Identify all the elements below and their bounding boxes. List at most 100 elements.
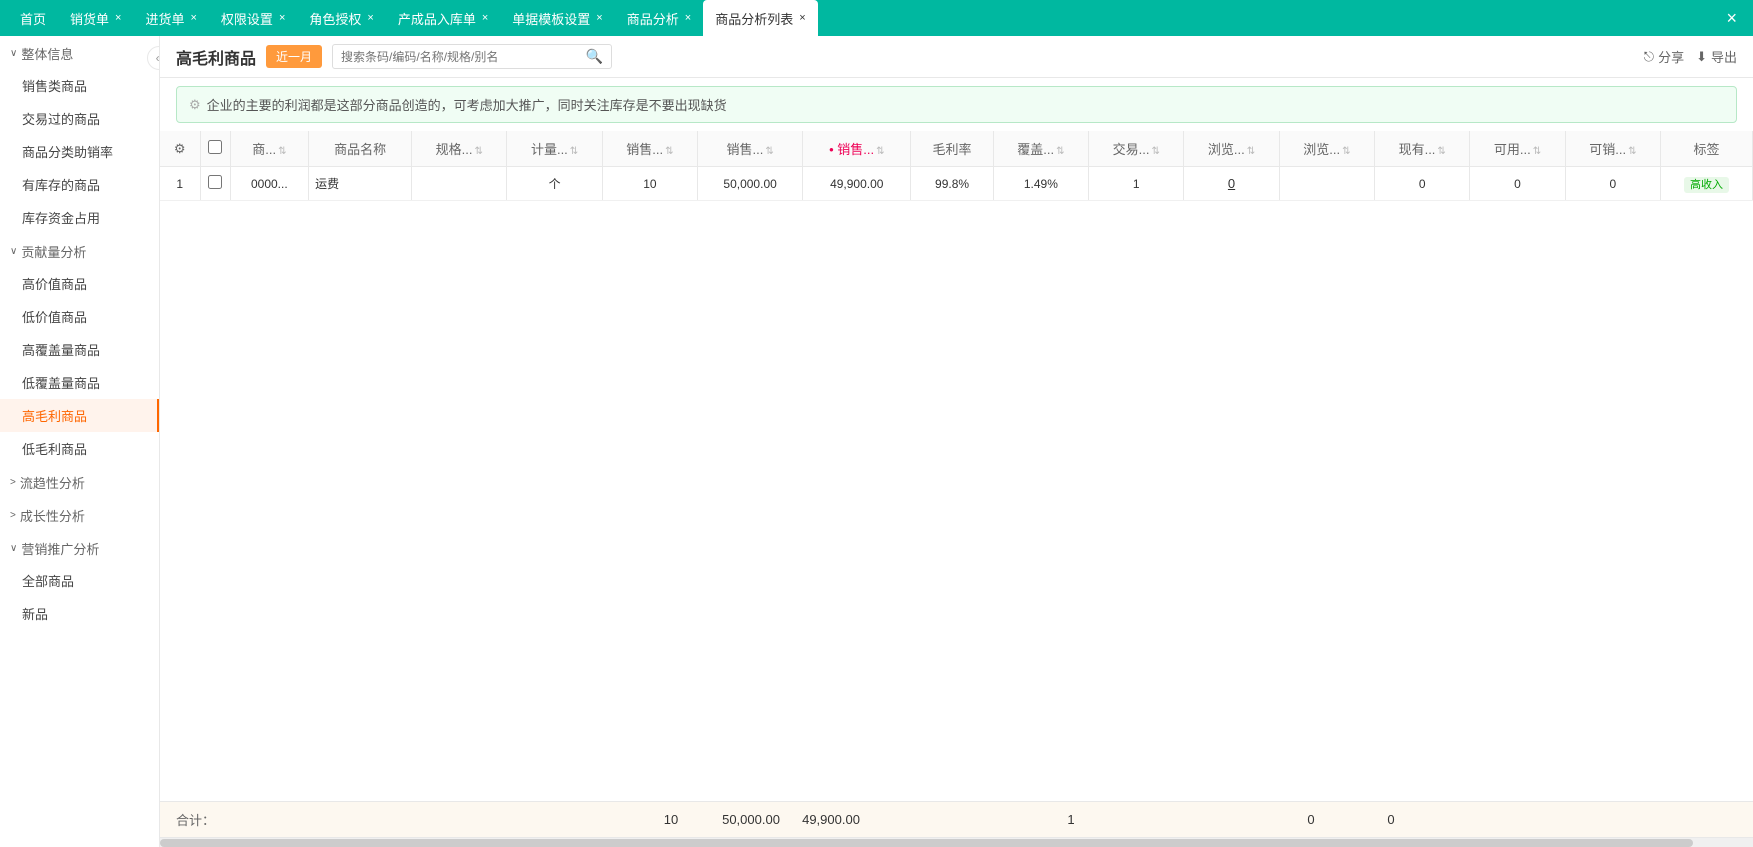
export-button[interactable]: ⬇ 导出 bbox=[1696, 47, 1737, 66]
close-analysis-tab[interactable]: × bbox=[685, 12, 691, 24]
cell-code: 0000... bbox=[230, 167, 309, 201]
header-actions: ⎋ 分享 ⬇ 导出 bbox=[1644, 47, 1737, 66]
cell-sales-qty: 10 bbox=[602, 167, 697, 201]
sidebar-item-low-coverage[interactable]: 低覆盖量商品 bbox=[0, 366, 159, 399]
footer-label: 合计： bbox=[176, 810, 215, 829]
share-button[interactable]: ⎋ 分享 bbox=[1644, 47, 1684, 66]
info-icon: ⚙ bbox=[189, 97, 201, 113]
search-input[interactable] bbox=[341, 50, 582, 64]
sort-browse1-icon[interactable]: ⇅ bbox=[1247, 146, 1255, 157]
col-sales-qty: 销售...⇅ bbox=[602, 131, 697, 167]
cell-name: 运费 bbox=[309, 167, 412, 201]
footer-sales-amt: 50,000.00 bbox=[711, 812, 791, 827]
cell-unit: 个 bbox=[507, 167, 602, 201]
sidebar-group-trend[interactable]: > 流趋性分析 bbox=[0, 465, 159, 498]
sidebar-item-low-margin[interactable]: 低毛利商品 bbox=[0, 432, 159, 465]
footer-total: 合计： 10 50,000.00 49,900.00 1 0 0 bbox=[160, 801, 1753, 837]
table-wrapper: ⚙ 商...⇅ 商品名称 规格...⇅ bbox=[160, 131, 1753, 801]
footer-sales-cost: 49,900.00 bbox=[791, 812, 871, 827]
close-sales-tab[interactable]: × bbox=[115, 12, 121, 24]
col-spec: 规格...⇅ bbox=[412, 131, 507, 167]
sidebar-item-sales-goods[interactable]: 销售类商品 bbox=[0, 69, 159, 102]
search-icon[interactable]: 🔍 bbox=[586, 48, 603, 65]
sort-sales-cost-icon[interactable]: ⇅ bbox=[876, 146, 884, 157]
sort-unit-icon[interactable]: ⇅ bbox=[570, 146, 578, 157]
sort-sales-qty-icon[interactable]: ⇅ bbox=[665, 146, 673, 157]
sidebar-item-category-rate[interactable]: 商品分类助销率 bbox=[0, 135, 159, 168]
sidebar-item-traded-goods[interactable]: 交易过的商品 bbox=[0, 102, 159, 135]
sort-browse2-icon[interactable]: ⇅ bbox=[1342, 146, 1350, 157]
col-coverage: 覆盖...⇅ bbox=[993, 131, 1088, 167]
col-checkbox bbox=[200, 131, 230, 167]
sidebar-item-new-goods[interactable]: 新品 bbox=[0, 597, 159, 630]
nav-item-product-in[interactable]: 产成品入库单 × bbox=[386, 0, 500, 36]
sidebar-group-marketing[interactable]: ∨ 营销推广分析 bbox=[0, 531, 159, 564]
settings-icon[interactable]: ⚙ bbox=[174, 141, 186, 156]
close-purchase-tab[interactable]: × bbox=[190, 12, 196, 24]
cell-available: 0 bbox=[1470, 167, 1565, 201]
nav-item-permission[interactable]: 权限设置 × bbox=[209, 0, 297, 36]
nav-item-template[interactable]: 单据模板设置 × bbox=[500, 0, 614, 36]
sort-spec-icon[interactable]: ⇅ bbox=[474, 146, 482, 157]
top-nav: 首页 销货单 × 进货单 × 权限设置 × 角色授权 × 产成品入库单 × 单据… bbox=[0, 0, 1753, 36]
sidebar-item-all-goods[interactable]: 全部商品 bbox=[0, 564, 159, 597]
nav-item-home[interactable]: 首页 bbox=[8, 0, 58, 36]
sort-transactions-icon[interactable]: ⇅ bbox=[1151, 146, 1159, 157]
footer-transactions: 1 bbox=[1031, 812, 1111, 827]
sidebar: « ∨ 整体信息 销售类商品 交易过的商品 商品分类助销率 有库存的商品 库存资… bbox=[0, 36, 160, 847]
nav-item-sales[interactable]: 销货单 × bbox=[58, 0, 133, 36]
nav-item-analysis[interactable]: 商品分析 × bbox=[615, 0, 703, 36]
search-box: 🔍 bbox=[332, 44, 612, 69]
sort-sales-amt-icon[interactable]: ⇅ bbox=[765, 146, 773, 157]
main-layout: « ∨ 整体信息 销售类商品 交易过的商品 商品分类助销率 有库存的商品 库存资… bbox=[0, 36, 1753, 847]
col-gross-rate: 毛利率 bbox=[911, 131, 993, 167]
row-checkbox[interactable] bbox=[208, 175, 222, 189]
share-icon: ⎋ bbox=[1644, 49, 1654, 65]
sidebar-group-contribution[interactable]: ∨ 贡献量分析 bbox=[0, 234, 159, 267]
nav-item-purchase[interactable]: 进货单 × bbox=[133, 0, 208, 36]
sidebar-group-overall[interactable]: ∨ 整体信息 bbox=[0, 36, 159, 69]
cell-sales-amt: 50,000.00 bbox=[698, 167, 803, 201]
growth-arrow-icon: > bbox=[10, 510, 16, 521]
sort-code-icon[interactable]: ⇅ bbox=[278, 146, 286, 157]
sidebar-item-stock-capital[interactable]: 库存资金占用 bbox=[0, 201, 159, 234]
info-banner: ⚙ 企业的主要的利润都是这部分商品创造的，可考虑加大推广，同时关注库存是不要出现… bbox=[176, 86, 1737, 123]
nav-item-analysis-list[interactable]: 商品分析列表 × bbox=[703, 0, 817, 36]
col-sales-cost: • 销售...⇅ bbox=[803, 131, 911, 167]
export-icon: ⬇ bbox=[1696, 49, 1707, 65]
content-header: 高毛利商品 近一月 🔍 ⎋ 分享 ⬇ 导出 bbox=[160, 36, 1753, 78]
close-all-tabs-button[interactable]: × bbox=[1718, 8, 1745, 29]
sidebar-item-high-coverage[interactable]: 高覆盖量商品 bbox=[0, 333, 159, 366]
close-permission-tab[interactable]: × bbox=[279, 12, 285, 24]
close-analysis-list-tab[interactable]: × bbox=[799, 12, 805, 24]
sort-available-icon[interactable]: ⇅ bbox=[1533, 146, 1541, 157]
cell-sellable: 0 bbox=[1565, 167, 1660, 201]
col-transactions: 交易...⇅ bbox=[1089, 131, 1184, 167]
col-index: ⚙ bbox=[160, 131, 200, 167]
tag-badge[interactable]: 高收入 bbox=[1684, 177, 1729, 193]
cell-index: 1 bbox=[160, 167, 200, 201]
nav-item-role[interactable]: 角色授权 × bbox=[297, 0, 385, 36]
cell-coverage: 1.49% bbox=[993, 167, 1088, 201]
close-product-in-tab[interactable]: × bbox=[482, 12, 488, 24]
sidebar-group-growth[interactable]: > 成长性分析 bbox=[0, 498, 159, 531]
browse1-link[interactable]: 0 bbox=[1228, 176, 1235, 191]
close-template-tab[interactable]: × bbox=[596, 12, 602, 24]
close-role-tab[interactable]: × bbox=[367, 12, 373, 24]
cell-sales-cost: 49,900.00 bbox=[803, 167, 911, 201]
sidebar-item-low-value[interactable]: 低价值商品 bbox=[0, 300, 159, 333]
time-filter-button[interactable]: 近一月 bbox=[266, 45, 322, 68]
sort-sellable-icon[interactable]: ⇅ bbox=[1628, 146, 1636, 157]
col-current-stock: 现有...⇅ bbox=[1375, 131, 1470, 167]
sidebar-item-high-margin[interactable]: 高毛利商品 bbox=[0, 399, 159, 432]
cell-browse1: 0 bbox=[1184, 167, 1279, 201]
content-area: 高毛利商品 近一月 🔍 ⎋ 分享 ⬇ 导出 ⚙ 企业的主要的利润都是这部分商品创… bbox=[160, 36, 1753, 847]
sort-coverage-icon[interactable]: ⇅ bbox=[1056, 146, 1064, 157]
sidebar-item-high-value[interactable]: 高价值商品 bbox=[0, 267, 159, 300]
cell-transactions: 1 bbox=[1089, 167, 1184, 201]
sort-current-stock-icon[interactable]: ⇅ bbox=[1437, 146, 1445, 157]
horizontal-scrollbar[interactable] bbox=[160, 837, 1753, 847]
select-all-checkbox[interactable] bbox=[208, 140, 222, 154]
footer-current-stock: 0 bbox=[1271, 812, 1351, 827]
sidebar-item-stocked-goods[interactable]: 有库存的商品 bbox=[0, 168, 159, 201]
